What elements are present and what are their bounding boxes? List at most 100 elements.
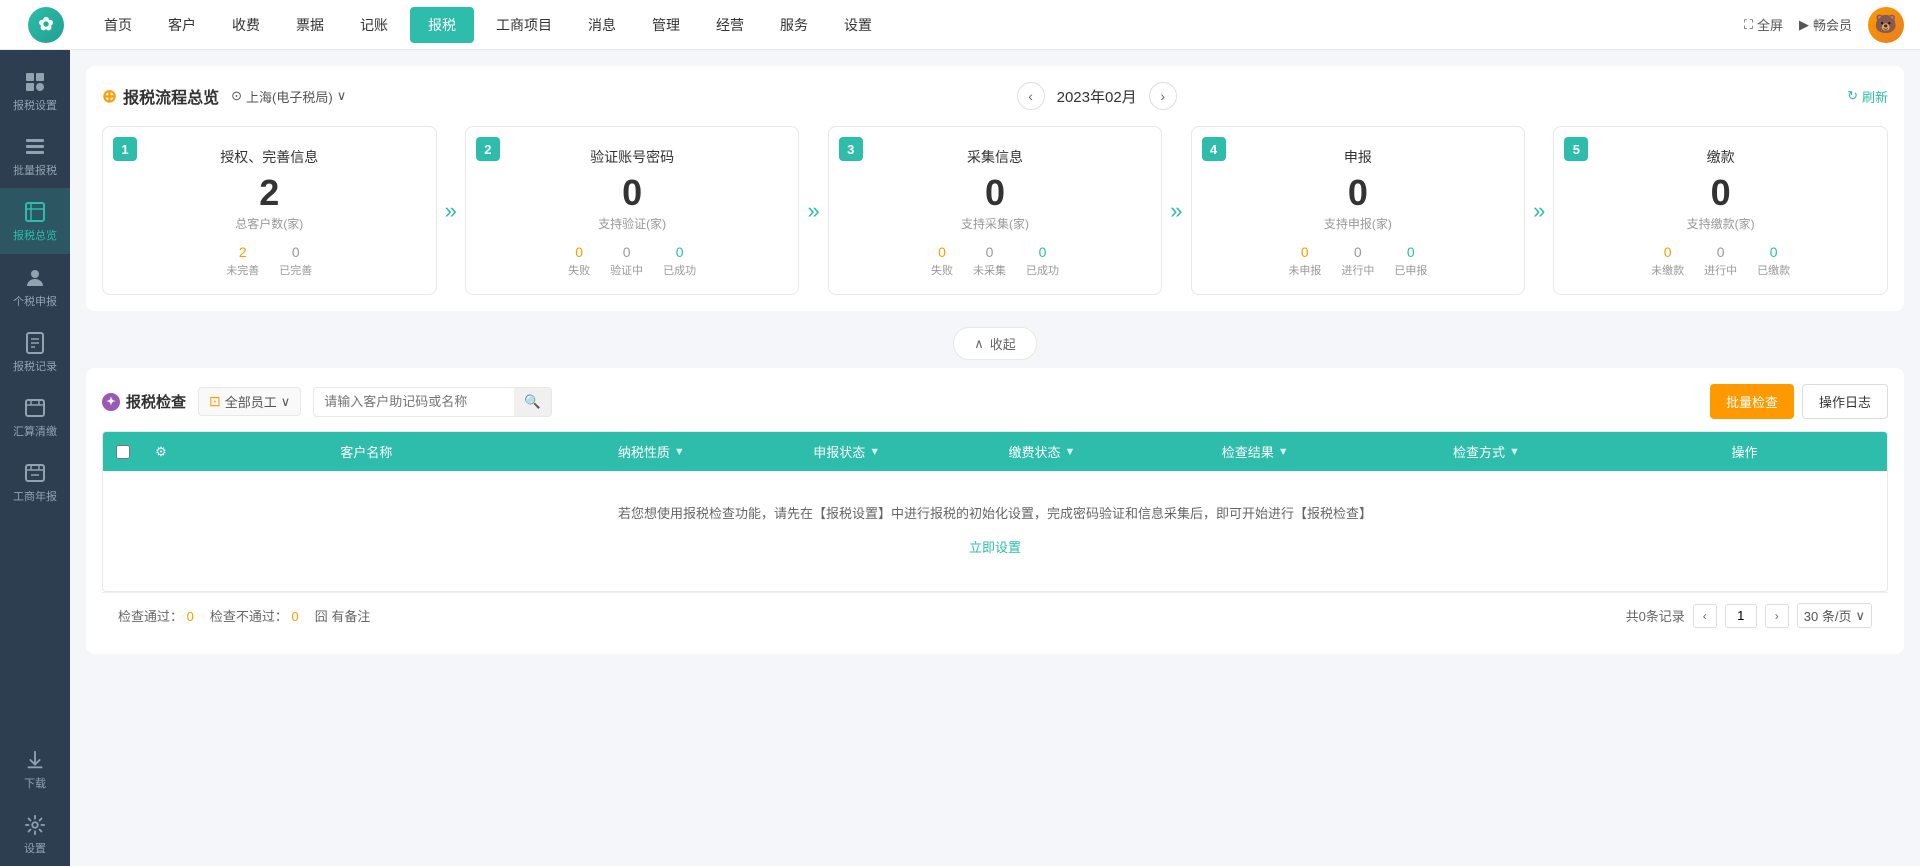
sidebar-item-tax-settings[interactable]: 报税设置	[0, 58, 70, 123]
stat-label-undeclared: 未申报	[1288, 262, 1321, 278]
stat-item: 0 进行中	[1341, 244, 1374, 278]
vip-label: 畅会员	[1813, 15, 1852, 34]
chevron-down-staff-icon: ∨	[281, 394, 291, 410]
nav-client[interactable]: 客户	[150, 0, 214, 50]
stat-value-fail: 0	[575, 244, 583, 260]
fail-stat: 检查不通过： 0	[210, 606, 299, 625]
fail-value[interactable]: 0	[292, 609, 299, 624]
sidebar-item-download[interactable]: 下载	[0, 736, 70, 801]
th-check-result-label: 检查结果	[1222, 442, 1274, 461]
step-number-2: 2	[476, 137, 500, 161]
stat-label-uncollect: 未采集	[973, 262, 1006, 278]
collapse-button[interactable]: ∧ 收起	[953, 327, 1037, 360]
setup-link[interactable]: 立即设置	[969, 540, 1021, 555]
sidebar-item-settings-bottom[interactable]: 设置	[0, 801, 70, 866]
nav-invoice[interactable]: 票据	[278, 0, 342, 50]
stat-label-verifying: 验证中	[610, 262, 643, 278]
nav-right-area: ⛶ 全屏 ▶ 畅会员 🐻	[1744, 7, 1904, 43]
stat-value-declared: 0	[1407, 244, 1415, 260]
nav-service[interactable]: 服务	[762, 0, 826, 50]
search-box: 🔍	[313, 387, 552, 417]
sidebar-label-annual-report: 工商年报	[13, 491, 57, 504]
step-subtitle-3: 支持采集(家)	[845, 215, 1146, 232]
sidebar-item-tax-record[interactable]: 报税记录	[0, 319, 70, 384]
step-title-1: 授权、完善信息	[119, 147, 420, 167]
step-number-3: 3	[839, 137, 863, 161]
nav-operation[interactable]: 经营	[698, 0, 762, 50]
filter-check-result-icon[interactable]: ▼	[1278, 446, 1289, 458]
note-stat: 囧 有备注	[315, 606, 371, 625]
sidebar-label-tax-settings: 报税设置	[13, 100, 57, 113]
nav-business[interactable]: 工商项目	[478, 0, 570, 50]
th-check-result: 检查结果 ▼	[1140, 432, 1371, 471]
stat-label-paid: 已缴款	[1757, 262, 1790, 278]
vip-btn[interactable]: ▶ 畅会员	[1799, 15, 1852, 34]
sidebar-item-settlement[interactable]: 汇算清缴	[0, 384, 70, 449]
sidebar-item-tax-overview[interactable]: 报税总览	[0, 188, 70, 253]
select-all-checkbox[interactable]	[116, 445, 130, 459]
step-stats-1: 2 未完善 0 已完善	[119, 244, 420, 278]
batch-tax-icon	[21, 133, 49, 161]
sidebar-item-annual-report[interactable]: 工商年报	[0, 449, 70, 514]
check-section: ✦ 报税检查 ⊡ 全部员工 ∨ 🔍 批量检查 操作日志	[86, 368, 1904, 654]
next-page-btn[interactable]: ›	[1765, 604, 1789, 628]
stat-value-verifying: 0	[623, 244, 631, 260]
filter-declare-status-icon[interactable]: ▼	[869, 446, 880, 458]
refresh-btn[interactable]: ↻ 刷新	[1847, 87, 1888, 106]
app-logo: ✿	[16, 7, 76, 43]
fullscreen-btn[interactable]: ⛶ 全屏	[1744, 15, 1783, 34]
th-declare-status: 申报状态 ▼	[749, 432, 944, 471]
stat-label-fail3: 失败	[931, 262, 953, 278]
search-input[interactable]	[314, 388, 514, 415]
vip-icon: ▶	[1799, 17, 1809, 33]
filter-check-method-icon[interactable]: ▼	[1509, 446, 1520, 458]
location-selector[interactable]: ⊙ 上海(电子税局) ∨	[231, 87, 346, 106]
nav-accounting[interactable]: 记账	[342, 0, 406, 50]
avatar-area[interactable]: 🐻	[1868, 7, 1904, 43]
stat-item: 0 进行中	[1704, 244, 1737, 278]
sidebar-bottom: 下载 设置	[0, 736, 70, 866]
stat-value-uncollect: 0	[986, 244, 994, 260]
step-card-3: 3 采集信息 0 支持采集(家) 0 失败 0 未采集	[828, 126, 1163, 295]
stat-item: 2 未完善	[226, 244, 259, 278]
sidebar-item-batch-tax[interactable]: 批量报税	[0, 123, 70, 188]
fullscreen-label: 全屏	[1757, 15, 1783, 34]
step-subtitle-1: 总客户数(家)	[119, 215, 420, 232]
gear-icon[interactable]: ⚙	[155, 444, 167, 460]
first-page-btn[interactable]: ‹	[1693, 604, 1717, 628]
stat-label-declaring: 进行中	[1341, 262, 1374, 278]
settlement-icon	[21, 394, 49, 422]
step-subtitle-4: 支持申报(家)	[1208, 215, 1509, 232]
nav-home[interactable]: 首页	[86, 0, 150, 50]
sidebar-item-personal-tax[interactable]: 个税申报	[0, 254, 70, 319]
next-month-btn[interactable]: ›	[1149, 82, 1177, 110]
nav-fee[interactable]: 收费	[214, 0, 278, 50]
stat-label-success: 已成功	[663, 262, 696, 278]
search-button[interactable]: 🔍	[514, 388, 551, 416]
staff-selector[interactable]: ⊡ 全部员工 ∨	[198, 387, 301, 416]
note-icon: 囧	[315, 609, 328, 624]
filter-fee-status-icon[interactable]: ▼	[1065, 446, 1076, 458]
prev-month-btn[interactable]: ‹	[1017, 82, 1045, 110]
download-icon	[21, 746, 49, 774]
main-layout: 报税设置 批量报税 报税总览 个税申报 报税记录	[0, 50, 1920, 866]
nav-manage[interactable]: 管理	[634, 0, 698, 50]
stat-label-complete: 已完善	[279, 262, 312, 278]
nav-tax[interactable]: 报税	[410, 7, 474, 43]
page-input[interactable]	[1725, 604, 1757, 628]
step-stats-2: 0 失败 0 验证中 0 已成功	[482, 244, 783, 278]
sidebar-label-download: 下载	[24, 778, 46, 791]
filter-tax-nature-icon[interactable]: ▼	[674, 446, 685, 458]
per-page-selector[interactable]: 30 条/页 ∨	[1797, 603, 1872, 628]
operation-log-button[interactable]: 操作日志	[1802, 384, 1888, 419]
pass-value[interactable]: 0	[187, 609, 194, 624]
stat-item: 0 失败	[931, 244, 953, 278]
flow-steps: 1 授权、完善信息 2 总客户数(家) 2 未完善 0 已完善	[102, 126, 1888, 295]
location-icon: ⊙	[231, 88, 242, 104]
batch-check-button[interactable]: 批量检查	[1710, 384, 1794, 419]
stat-item: 0 未申报	[1288, 244, 1321, 278]
nav-settings[interactable]: 设置	[826, 0, 890, 50]
staff-icon: ⊡	[209, 393, 221, 410]
stat-label-incomplete: 未完善	[226, 262, 259, 278]
nav-message[interactable]: 消息	[570, 0, 634, 50]
